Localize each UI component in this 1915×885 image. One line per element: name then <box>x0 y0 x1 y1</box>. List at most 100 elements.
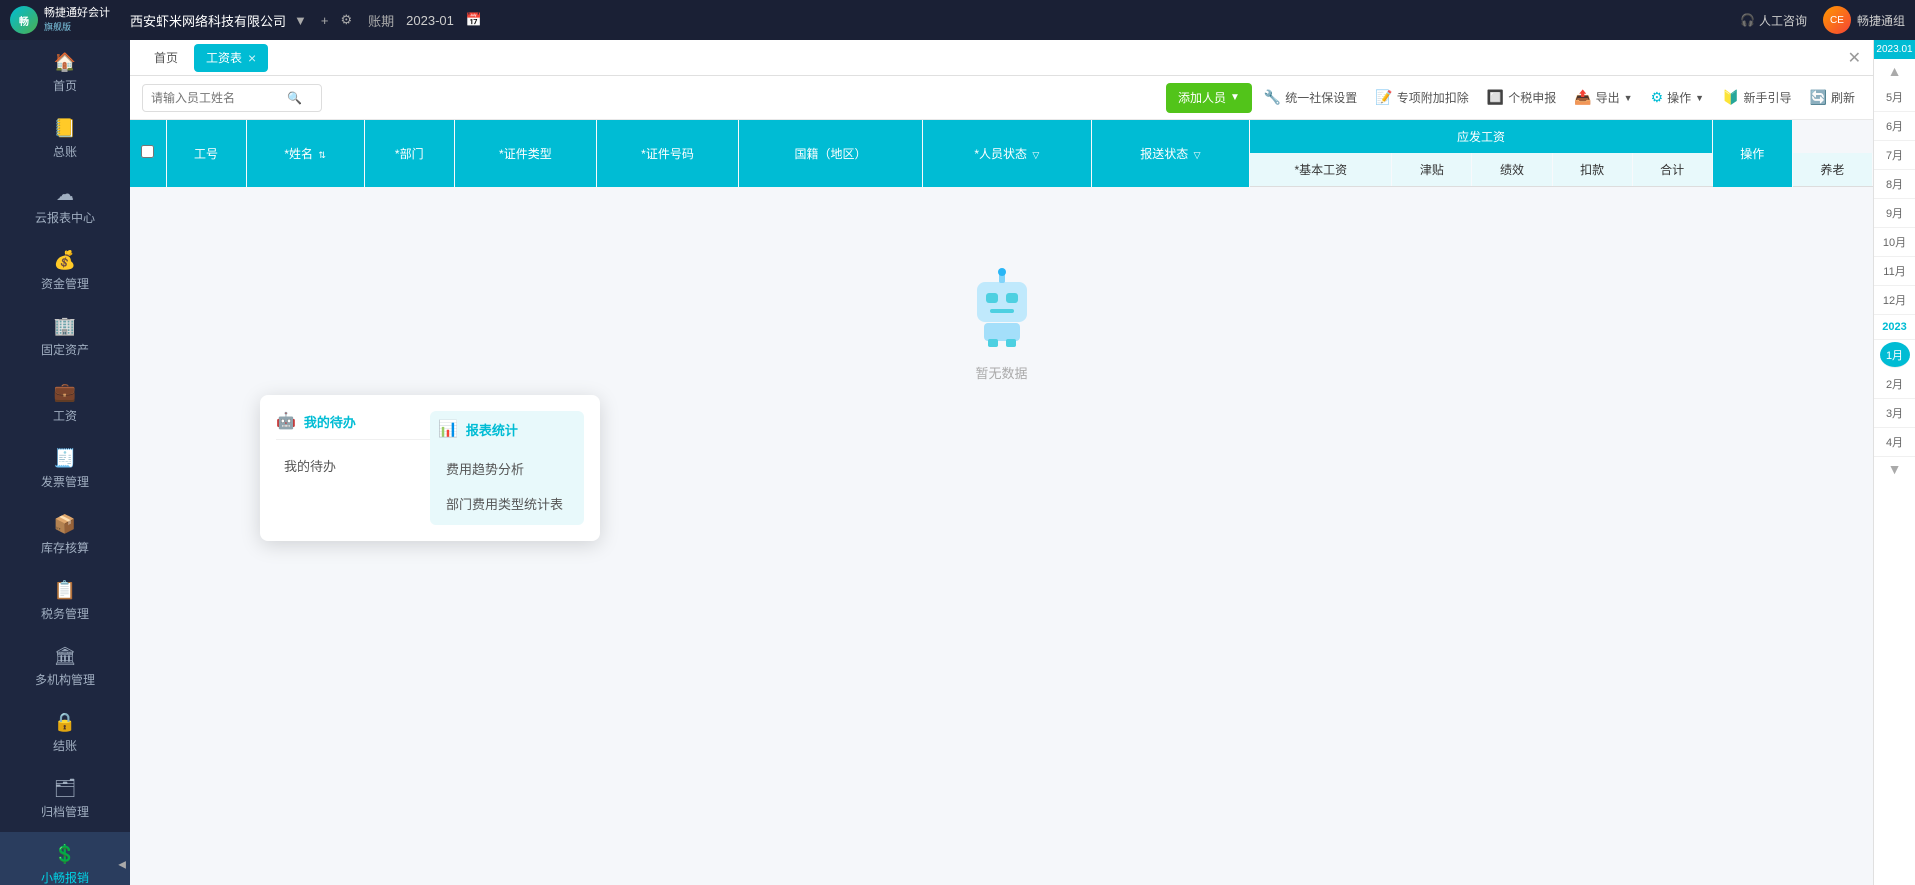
month-item-8[interactable]: 8月 <box>1874 170 1915 199</box>
app-sub: 旗舰版 <box>44 20 110 33</box>
empty-robot-svg <box>962 267 1042 347</box>
salary-table: 工号 *姓名 ⇅ *部门 *证件类型 *证件号码 国籍（地区） *人员状态 ▽ <box>130 120 1873 187</box>
tab-bar: 首页 工资表 × ✕ <box>130 40 1873 76</box>
sidebar-item-home[interactable]: 🏠 首页 <box>0 40 130 106</box>
search-icon[interactable]: 🔍 <box>287 91 302 105</box>
month-nav-down[interactable]: ▼ <box>1874 457 1915 481</box>
month-item-9[interactable]: 9月 <box>1874 199 1915 228</box>
sidebar-label-multi-org: 多机构管理 <box>35 671 95 688</box>
sidebar-item-fixed-assets[interactable]: 🏢 固定资产 <box>0 304 130 370</box>
support-icon: 🎧 <box>1740 13 1755 27</box>
popup-menu: 🤖 我的待办 我的待办 📊 报表统计 费用趋势分析 部门费用类型统计表 <box>260 395 600 541</box>
social-security-label: 统一社保设置 <box>1285 89 1357 106</box>
sidebar-item-payroll[interactable]: 💼 工资 <box>0 370 130 436</box>
sidebar-item-multi-org[interactable]: 🏛 多机构管理 <box>0 634 130 700</box>
th-total: 合计 <box>1632 153 1712 187</box>
month-nav-up[interactable]: ▲ <box>1874 59 1915 83</box>
calendar-icon[interactable]: 📅 <box>466 12 482 28</box>
sidebar-item-invoice[interactable]: 🧾 发票管理 <box>0 436 130 502</box>
th-personnel-status[interactable]: *人员状态 ▽ <box>923 120 1092 187</box>
logo-area: 畅 畅捷通好会计 旗舰版 <box>10 6 130 34</box>
support-area[interactable]: 🎧 人工咨询 <box>1740 12 1807 29</box>
th-job-number: 工号 <box>166 120 246 187</box>
month-item-2[interactable]: 2月 <box>1874 370 1915 399</box>
month-item-year-2023: 2023 <box>1874 315 1915 340</box>
tax-deduct-action[interactable]: 📝 专项附加扣除 <box>1369 84 1474 112</box>
month-item-11[interactable]: 11月 <box>1874 257 1915 286</box>
export-action[interactable]: 📤 导出 ▼ <box>1568 84 1638 112</box>
avatar: CE <box>1823 6 1851 34</box>
fixed-assets-icon: 🏢 <box>54 316 76 337</box>
month-item-7[interactable]: 7月 <box>1874 141 1915 170</box>
refresh-icon: 🔄 <box>1810 89 1827 106</box>
operation-icon: ⚙ <box>1651 89 1664 106</box>
month-item-6[interactable]: 6月 <box>1874 112 1915 141</box>
filter-icon-personnel[interactable]: ▽ <box>1032 150 1039 160</box>
month-item-1[interactable]: 1月 <box>1880 342 1910 368</box>
todo-section-label: 我的待办 <box>304 412 356 431</box>
empty-message: 暂无数据 <box>975 363 1027 382</box>
sidebar-label-ledger: 总账 <box>53 143 77 160</box>
operation-arrow: ▼ <box>1695 93 1704 103</box>
add-person-label: 添加人员 <box>1178 89 1226 106</box>
sidebar-label-cloud-report: 云报表中心 <box>35 209 95 226</box>
operation-action[interactable]: ⚙ 操作 ▼ <box>1645 84 1711 112</box>
add-person-arrow: ▼ <box>1230 92 1240 103</box>
month-item-5[interactable]: 5月 <box>1874 83 1915 112</box>
personal-tax-action[interactable]: 🔲 个税申报 <box>1481 84 1562 112</box>
sidebar-label-fund: 资金管理 <box>41 275 89 292</box>
settings-icon[interactable]: ⚙ <box>340 12 352 28</box>
operation-label: 操作 <box>1667 89 1691 106</box>
sidebar-item-closing[interactable]: 🔒 结账 <box>0 700 130 766</box>
month-item-12[interactable]: 12月 <box>1874 286 1915 315</box>
sidebar-item-tax[interactable]: 📋 税务管理 <box>0 568 130 634</box>
user-area[interactable]: CE 畅捷通组 <box>1823 6 1905 34</box>
sidebar-label-home: 首页 <box>53 77 77 94</box>
close-button[interactable]: ✕ <box>1848 48 1861 68</box>
month-item-10[interactable]: 10月 <box>1874 228 1915 257</box>
tab-payroll[interactable]: 工资表 × <box>194 44 268 72</box>
sidebar-item-archive[interactable]: 🗂 归档管理 <box>0 766 130 832</box>
sidebar-item-xiao-chang[interactable]: 💲 小畅报销 ◀ <box>0 832 130 885</box>
add-person-button[interactable]: 添加人员 ▼ <box>1166 83 1252 113</box>
popup-section-report-title: 📊 报表统计 <box>438 419 576 443</box>
filter-icon-report[interactable]: ▽ <box>1194 150 1201 160</box>
sidebar-item-ledger[interactable]: 📒 总账 <box>0 106 130 172</box>
add-icon[interactable]: + <box>321 13 329 28</box>
popup-section-todo: 🤖 我的待办 我的待办 <box>276 411 430 525</box>
month-item-4[interactable]: 4月 <box>1874 428 1915 457</box>
cloud-report-icon: ☁ <box>56 184 74 205</box>
sidebar-item-cloud-report[interactable]: ☁ 云报表中心 <box>0 172 130 238</box>
th-checkbox[interactable] <box>130 120 166 187</box>
sort-icon-name[interactable]: ⇅ <box>318 150 326 160</box>
th-cert-type: *证件类型 <box>454 120 596 187</box>
sidebar-label-fixed-assets: 固定资产 <box>41 341 89 358</box>
th-name[interactable]: *姓名 ⇅ <box>246 120 364 187</box>
invoice-icon: 🧾 <box>54 448 76 469</box>
refresh-action[interactable]: 🔄 刷新 <box>1804 84 1861 112</box>
report-section-icon: 📊 <box>438 419 458 439</box>
new-guide-action[interactable]: 🔰 新手引导 <box>1716 84 1797 112</box>
select-all-checkbox[interactable] <box>141 145 154 158</box>
social-security-action[interactable]: 🔧 统一社保设置 <box>1258 84 1363 112</box>
month-item-3[interactable]: 3月 <box>1874 399 1915 428</box>
support-label: 人工咨询 <box>1759 12 1807 29</box>
tab-close-payroll[interactable]: × <box>248 50 256 66</box>
sidebar-item-fund[interactable]: 💰 资金管理 <box>0 238 130 304</box>
popup-item-todo[interactable]: 我的待办 <box>276 452 430 479</box>
sidebar-item-inventory[interactable]: 📦 库存核算 <box>0 502 130 568</box>
th-pension: 养老 <box>1792 153 1872 187</box>
export-label: 导出 <box>1596 89 1620 106</box>
search-input[interactable] <box>151 91 281 105</box>
th-department: *部门 <box>364 120 454 187</box>
popup-item-dept-cost[interactable]: 部门费用类型统计表 <box>438 490 576 517</box>
xiao-chang-icon: 💲 <box>54 844 76 865</box>
company-area: 西安虾米网络科技有限公司 ▼ + ⚙ 账期 2023-01 📅 <box>130 11 1740 30</box>
main-layout: 🏠 首页 📒 总账 ☁ 云报表中心 💰 资金管理 🏢 固定资产 💼 工资 🧾 发… <box>0 40 1915 885</box>
th-report-status[interactable]: 报送状态 ▽ <box>1091 120 1250 187</box>
popup-item-cost-trend[interactable]: 费用趋势分析 <box>438 455 576 482</box>
company-dropdown-icon[interactable]: ▼ <box>294 13 307 28</box>
th-cert-number: *证件号码 <box>596 120 738 187</box>
tab-home-label: 首页 <box>154 49 178 66</box>
tab-home[interactable]: 首页 <box>142 44 190 72</box>
